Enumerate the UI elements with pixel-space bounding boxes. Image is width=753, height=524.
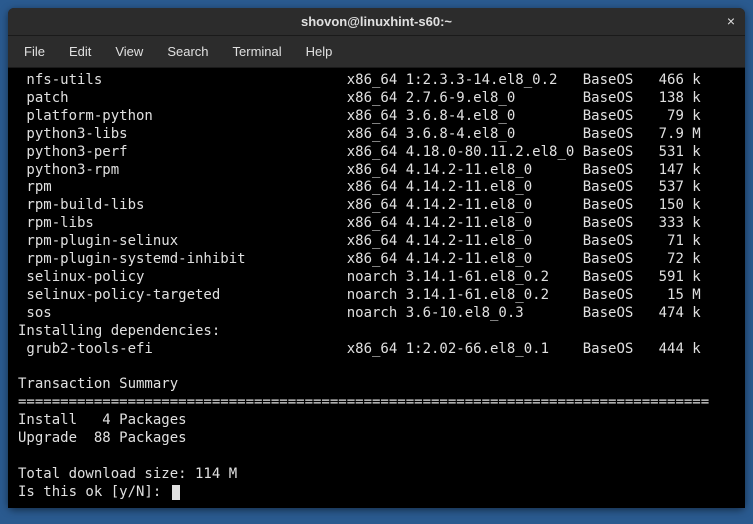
titlebar: shovon@linuxhint-s60:~ × — [8, 8, 745, 36]
close-icon[interactable]: × — [727, 13, 735, 29]
window-title: shovon@linuxhint-s60:~ — [301, 14, 452, 29]
menu-terminal[interactable]: Terminal — [221, 40, 294, 63]
menu-help[interactable]: Help — [294, 40, 345, 63]
terminal-output[interactable]: nfs-utils x86_64 1:2.3.3-14.el8_0.2 Base… — [8, 68, 745, 508]
terminal-window: shovon@linuxhint-s60:~ × File Edit View … — [8, 8, 745, 508]
menu-edit[interactable]: Edit — [57, 40, 103, 63]
menu-view[interactable]: View — [103, 40, 155, 63]
menu-search[interactable]: Search — [155, 40, 220, 63]
menu-file[interactable]: File — [12, 40, 57, 63]
confirm-prompt: Is this ok [y/N]: — [18, 484, 170, 500]
menubar: File Edit View Search Terminal Help — [8, 36, 745, 68]
cursor — [172, 485, 180, 500]
